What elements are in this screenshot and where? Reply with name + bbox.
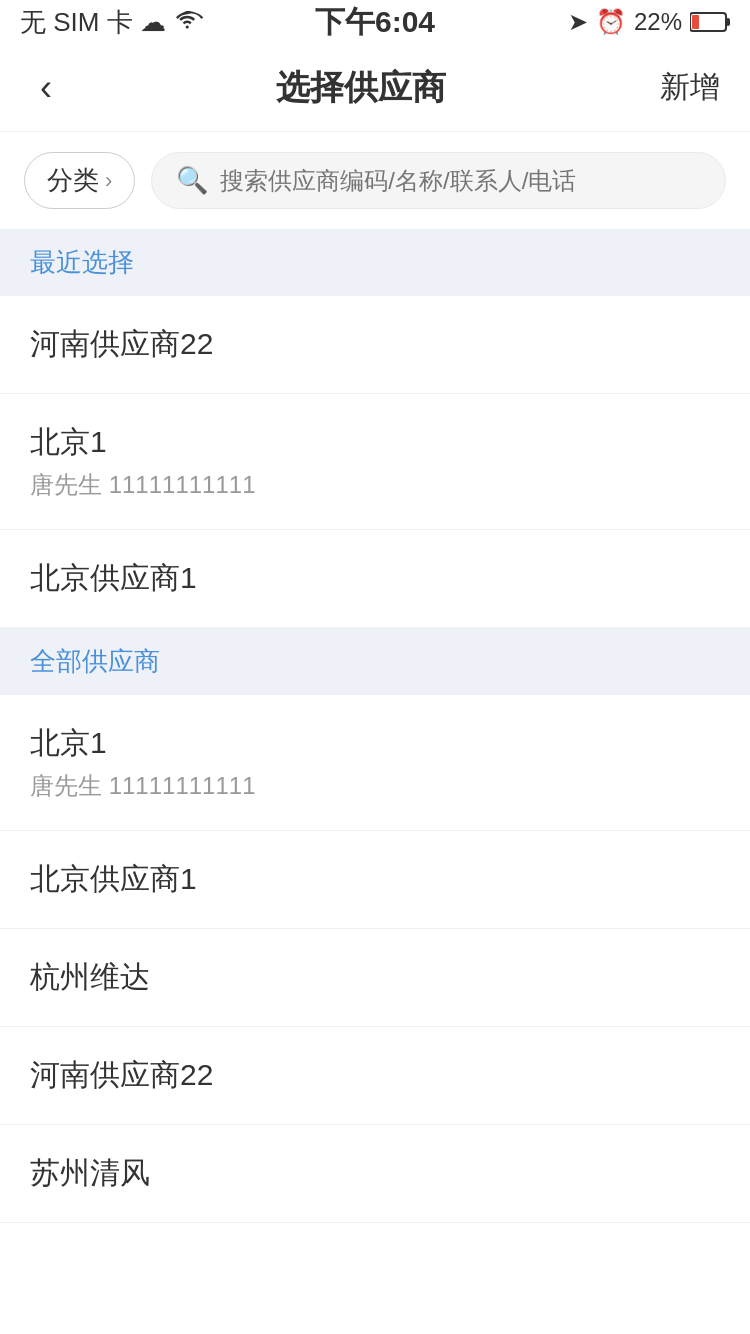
list-item[interactable]: 杭州维达 bbox=[0, 929, 750, 1027]
page-title: 选择供应商 bbox=[276, 65, 446, 111]
item-name: 杭州维达 bbox=[30, 957, 720, 998]
battery-icon bbox=[690, 11, 730, 33]
recent-section-label: 最近选择 bbox=[30, 247, 134, 277]
item-name: 河南供应商22 bbox=[30, 324, 720, 365]
list-item[interactable]: 河南供应商22 bbox=[0, 296, 750, 394]
item-name: 苏州清风 bbox=[30, 1153, 720, 1194]
search-box: 🔍 bbox=[151, 152, 726, 209]
category-button[interactable]: 分类 › bbox=[24, 152, 135, 209]
chevron-right-icon: › bbox=[105, 168, 112, 194]
item-name: 北京1 bbox=[30, 422, 720, 463]
all-section-header: 全部供应商 bbox=[0, 628, 750, 695]
status-time: 下午6:04 bbox=[315, 2, 435, 43]
item-sub: 唐先生 11111111111 bbox=[30, 770, 720, 802]
item-name: 北京1 bbox=[30, 723, 720, 764]
item-name: 河南供应商22 bbox=[30, 1055, 720, 1096]
sim-label: 无 SIM 卡 ☁ bbox=[20, 5, 166, 40]
list-item[interactable]: 北京1 唐先生 11111111111 bbox=[0, 695, 750, 831]
search-input[interactable] bbox=[220, 167, 701, 195]
location-icon: ➤ bbox=[568, 8, 588, 36]
add-button[interactable]: 新增 bbox=[660, 67, 720, 108]
item-sub: 唐先生 11111111111 bbox=[30, 469, 720, 501]
item-name: 北京供应商1 bbox=[30, 859, 720, 900]
recent-items-list: 河南供应商22 北京1 唐先生 11111111111 北京供应商1 bbox=[0, 296, 750, 628]
category-label: 分类 bbox=[47, 163, 99, 198]
status-right: ➤ ⏰ 22% bbox=[568, 8, 730, 36]
search-icon: 🔍 bbox=[176, 165, 208, 196]
battery-label: 22% bbox=[634, 8, 682, 36]
list-item[interactable]: 北京供应商1 bbox=[0, 831, 750, 929]
list-item[interactable]: 北京1 唐先生 11111111111 bbox=[0, 394, 750, 530]
all-section-label: 全部供应商 bbox=[30, 646, 160, 676]
nav-bar: ‹ 选择供应商 新增 bbox=[0, 44, 750, 132]
list-item[interactable]: 苏州清风 bbox=[0, 1125, 750, 1223]
status-left: 无 SIM 卡 ☁ bbox=[20, 5, 204, 40]
svg-rect-1 bbox=[726, 18, 730, 26]
wifi-icon bbox=[176, 11, 204, 33]
back-button[interactable]: ‹ bbox=[30, 57, 62, 119]
status-bar: 无 SIM 卡 ☁ 下午6:04 ➤ ⏰ 22% bbox=[0, 0, 750, 44]
alarm-icon: ⏰ bbox=[596, 8, 626, 36]
list-item[interactable]: 河南供应商22 bbox=[0, 1027, 750, 1125]
filter-bar: 分类 › 🔍 bbox=[0, 132, 750, 229]
list-item[interactable]: 北京供应商1 bbox=[0, 530, 750, 628]
svg-rect-2 bbox=[692, 15, 699, 29]
all-items-list: 北京1 唐先生 11111111111 北京供应商1 杭州维达 河南供应商22 … bbox=[0, 695, 750, 1223]
recent-section-header: 最近选择 bbox=[0, 229, 750, 296]
item-name: 北京供应商1 bbox=[30, 558, 720, 599]
